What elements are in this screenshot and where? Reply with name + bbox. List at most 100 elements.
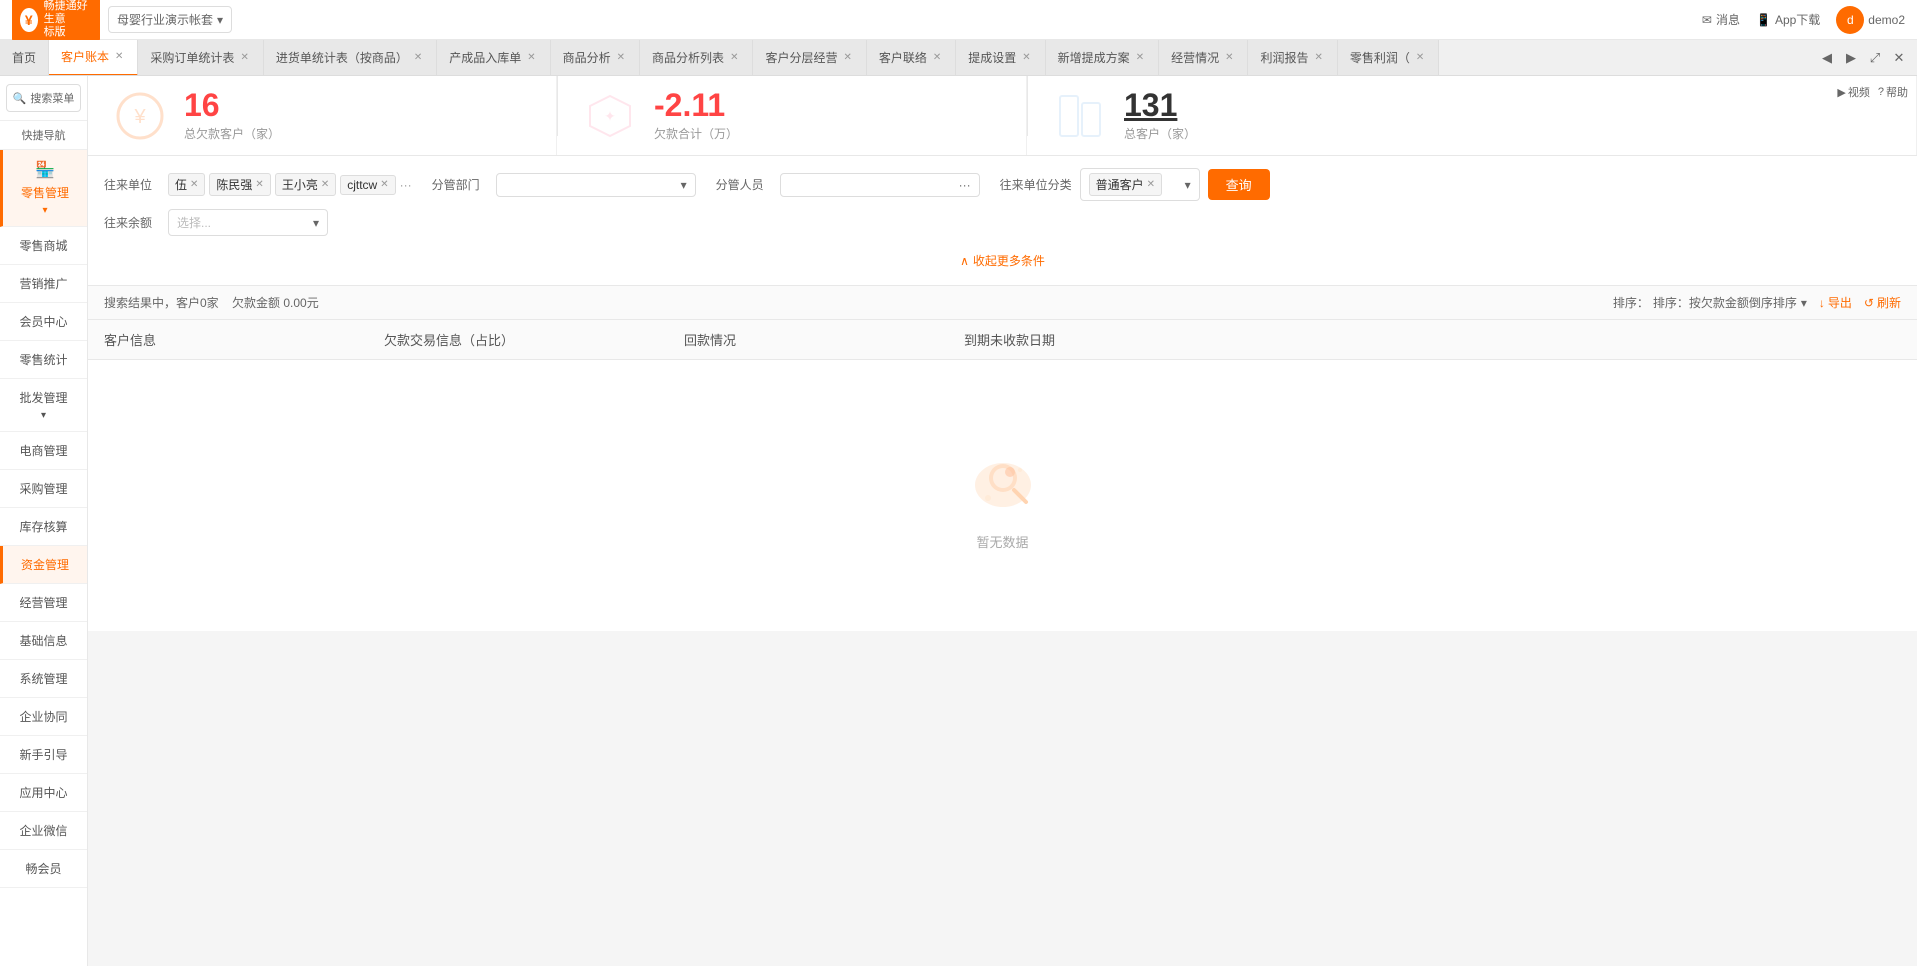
filter-row-unit: 往来单位 伍 ✕ 陈民强 ✕ 王小亮 ✕ cjttcw: [104, 168, 1901, 201]
user-menu[interactable]: d demo2: [1836, 6, 1905, 34]
sidebar-item-retail-stats[interactable]: 零售统计: [0, 341, 87, 379]
close-icon[interactable]: ✕: [113, 51, 125, 62]
filter-label-person: 分管人员: [716, 176, 772, 193]
chevron-up-icon: ∧: [960, 254, 969, 268]
tab-customer-contact[interactable]: 客户联络 ✕: [867, 40, 956, 76]
tab-incoming-stats[interactable]: 进货单统计表（按商品） ✕: [264, 40, 437, 76]
filter-label-dept: 分管部门: [432, 176, 488, 193]
sidebar-quick-nav[interactable]: 快捷导航: [0, 121, 87, 150]
sidebar-search-area: 🔍 搜索菜单: [0, 76, 87, 121]
close-icon[interactable]: ✕: [1313, 52, 1325, 63]
export-btn[interactable]: ↓ 导出: [1819, 294, 1852, 311]
close-icon[interactable]: ✕: [1134, 52, 1146, 63]
filter-balance-select[interactable]: 选择... ▾: [168, 209, 328, 236]
empty-text: 暂无数据: [976, 532, 1028, 551]
filter-tag-classify: 普通客户 ✕: [1089, 173, 1162, 196]
tab-retail-profit[interactable]: 零售利润（ ✕: [1338, 40, 1439, 76]
sidebar-item-member-center[interactable]: 会员中心: [0, 303, 87, 341]
tab-home[interactable]: 首页: [0, 40, 49, 76]
content-area: ¥ 16 总欠款客户（家） ✦ -2.11: [88, 76, 1917, 966]
sidebar-item-member-pro[interactable]: 畅会员: [0, 850, 87, 888]
tab-profit-report[interactable]: 利润报告 ✕: [1248, 40, 1337, 76]
sidebar-item-marketing[interactable]: 营销推广: [0, 265, 87, 303]
app-download-btn[interactable]: 📱 App下载: [1756, 11, 1820, 28]
export-icon: ↓: [1819, 296, 1825, 310]
tab-bar: 首页 客户账本 ✕ 采购订单统计表 ✕ 进货单统计表（按商品） ✕ 产成品入库单…: [0, 40, 1917, 76]
close-icon[interactable]: ✕: [931, 52, 943, 63]
tab-new-improve[interactable]: 新增提成方案 ✕: [1046, 40, 1159, 76]
logo-text: 畅捷通好生意 标版: [44, 0, 92, 39]
close-icon[interactable]: ✕: [190, 179, 198, 190]
close-icon[interactable]: ✕: [321, 179, 329, 190]
tab-expand[interactable]: ⤢: [1865, 48, 1885, 68]
filter-label-classify: 往来单位分类: [1000, 176, 1072, 193]
filter-classify-select[interactable]: 普通客户 ✕ ▾: [1080, 168, 1200, 201]
sidebar-item-wholesale-mgmt[interactable]: 批发管理 ▾: [0, 379, 87, 432]
close-icon[interactable]: ✕: [1414, 52, 1426, 63]
table-container: 客户信息 欠款交易信息（占比） 回款情况 到期未收款日期: [88, 320, 1917, 631]
sidebar-item-purchase-mgmt[interactable]: 采购管理: [0, 470, 87, 508]
close-icon[interactable]: ✕: [255, 179, 263, 190]
close-icon[interactable]: ✕: [728, 52, 740, 63]
filter-person-select[interactable]: ···: [780, 173, 980, 197]
sidebar-item-basic-info[interactable]: 基础信息: [0, 622, 87, 660]
tab-customer-layer[interactable]: 客户分层经营 ✕: [753, 40, 866, 76]
close-icon[interactable]: ✕: [1147, 179, 1155, 190]
close-icon[interactable]: ✕: [1020, 52, 1032, 63]
refresh-btn[interactable]: ↺ 刷新: [1864, 294, 1901, 311]
close-icon[interactable]: ✕: [412, 52, 424, 63]
filter-dept-select[interactable]: ▾: [496, 173, 696, 197]
main-layout: 🔍 搜索菜单 快捷导航 🏪 零售管理 ▾ 零售商城 营销推广 会员中心 零售统计…: [0, 76, 1917, 966]
sidebar-item-retail-mall[interactable]: 零售商城: [0, 227, 87, 265]
message-btn[interactable]: ✉ 消息: [1702, 11, 1740, 28]
query-button[interactable]: 查询: [1208, 169, 1270, 200]
chevron-down-icon: ▾: [41, 410, 46, 421]
sidebar-item-inventory-check[interactable]: 库存核算: [0, 508, 87, 546]
close-icon[interactable]: ✕: [238, 52, 250, 63]
sidebar-item-app-center[interactable]: 应用中心: [0, 774, 87, 812]
sidebar-item-ops-mgmt[interactable]: 经营管理: [0, 584, 87, 622]
close-icon[interactable]: ✕: [525, 52, 537, 63]
top-bar-right: ✉ 消息 📱 App下载 d demo2: [1702, 6, 1905, 34]
chevron-down-icon: ▾: [313, 216, 319, 230]
tab-goods-analysis[interactable]: 商品分析 ✕: [551, 40, 640, 76]
stat-block-total: 131 总客户（家） ▶ 视频 ? 帮助: [1028, 76, 1917, 155]
account-selector[interactable]: 母婴行业演示帐套 ▾: [108, 6, 232, 33]
filter-tag-wang: 王小亮 ✕: [275, 173, 336, 196]
logo-area: ¥ 畅捷通好生意 标版: [12, 0, 100, 43]
sidebar-item-new-guide[interactable]: 新手引导: [0, 736, 87, 774]
close-icon[interactable]: ✕: [1223, 52, 1235, 63]
top-bar: ¥ 畅捷通好生意 标版 母婴行业演示帐套 ▾ ✉ 消息 📱 App下载 d de…: [0, 0, 1917, 40]
tab-improve-settings[interactable]: 提成设置 ✕: [956, 40, 1045, 76]
search-icon: 🔍: [13, 92, 27, 105]
stat-block-customers: ¥ 16 总欠款客户（家）: [88, 76, 557, 155]
sidebar-item-ecommerce-mgmt[interactable]: 电商管理: [0, 432, 87, 470]
close-icon[interactable]: ✕: [380, 179, 388, 190]
tab-account[interactable]: 客户账本 ✕: [49, 40, 138, 76]
video-action[interactable]: ▶ 视频: [1837, 84, 1869, 100]
tab-scroll-right[interactable]: ▶: [1841, 48, 1861, 68]
tab-cost-in[interactable]: 产成品入库单 ✕: [437, 40, 550, 76]
close-icon[interactable]: ✕: [841, 52, 853, 63]
stat-data-amount: -2.11 欠款合计（万）: [654, 89, 738, 142]
filter-label-unit: 往来单位: [104, 176, 160, 193]
filter-label-balance: 往来余额: [104, 214, 160, 231]
help-action[interactable]: ? 帮助: [1878, 84, 1908, 100]
collapse-btn[interactable]: ∧ 收起更多条件: [960, 248, 1045, 273]
tab-purchase-order[interactable]: 采购订单统计表 ✕: [138, 40, 263, 76]
sidebar-item-retail-mgmt[interactable]: 🏪 零售管理 ▾: [0, 150, 87, 227]
search-menu-btn[interactable]: 🔍 搜索菜单: [6, 84, 81, 112]
tab-close-all[interactable]: ✕: [1889, 48, 1909, 68]
sidebar-item-sys-mgmt[interactable]: 系统管理: [0, 660, 87, 698]
sort-select[interactable]: 排序： 排序：按欠款金额倒序排序 ▾: [1613, 294, 1807, 311]
tab-business-status[interactable]: 经营情况 ✕: [1159, 40, 1248, 76]
sidebar-item-enterprise-collab[interactable]: 企业协同: [0, 698, 87, 736]
stat-value-amount: -2.11: [654, 89, 738, 121]
stat-value-customers: 16: [184, 89, 280, 121]
tab-scroll-left[interactable]: ◀: [1817, 48, 1837, 68]
filter-more-btn[interactable]: ···: [400, 178, 412, 192]
sidebar-item-funds-mgmt[interactable]: 资金管理: [0, 546, 87, 584]
tab-goods-analysis-list[interactable]: 商品分析列表 ✕: [640, 40, 753, 76]
sidebar-item-enterprise-wechat[interactable]: 企业微信: [0, 812, 87, 850]
close-icon[interactable]: ✕: [615, 52, 627, 63]
